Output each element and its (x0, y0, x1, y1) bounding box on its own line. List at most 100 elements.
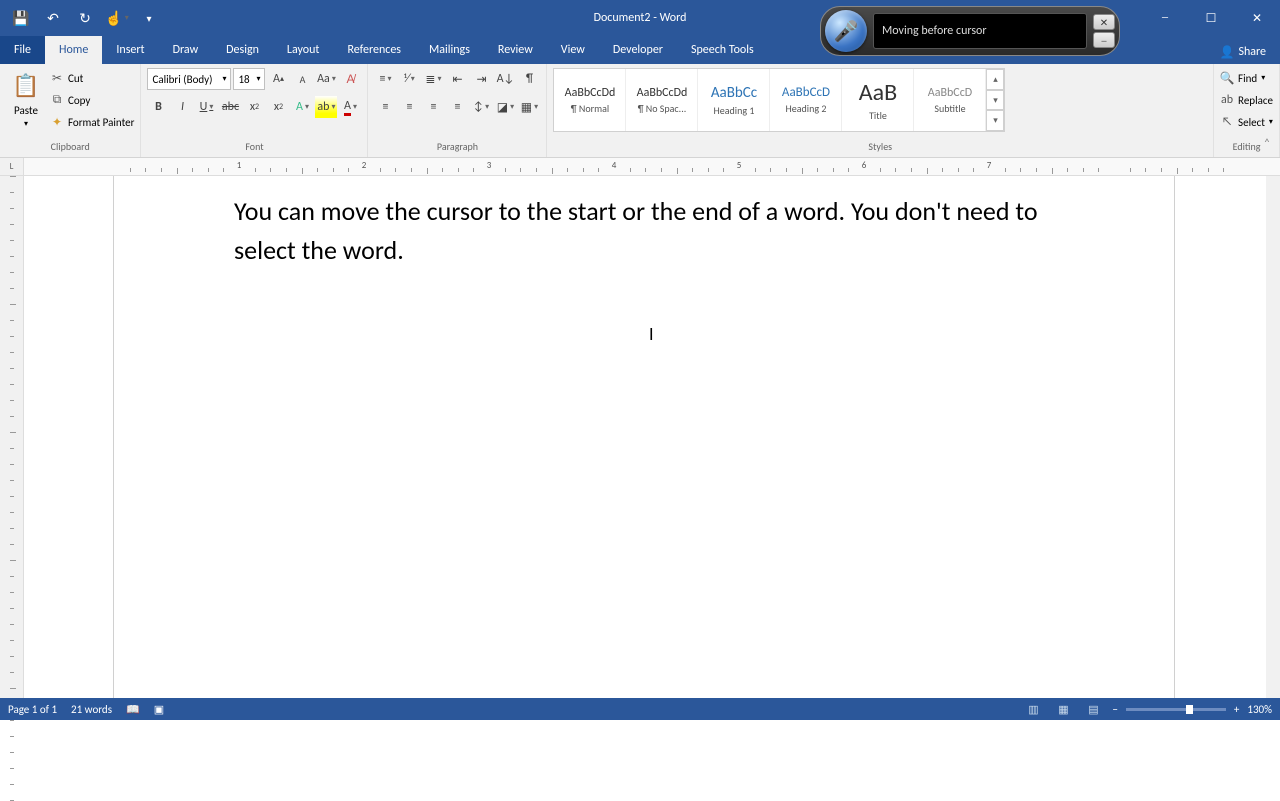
tab-design[interactable]: Design (212, 36, 273, 64)
line-spacing-button[interactable]: ↕ (470, 96, 492, 118)
justify-button[interactable]: ≡ (446, 96, 468, 118)
sort-button[interactable]: A↓ (494, 68, 516, 90)
ruler-track[interactable]: 1234567 (24, 158, 1280, 175)
macro-icon[interactable]: ▣ (154, 703, 164, 716)
undo-button[interactable]: ↶ (42, 7, 64, 29)
replace-button[interactable]: ab Replace (1220, 90, 1273, 110)
bold-button[interactable]: B (147, 96, 169, 118)
format-painter-button[interactable]: ✦ Format Painter (50, 112, 134, 132)
style-no-spacing[interactable]: AaBbCcDd ¶ No Spac... (626, 69, 698, 131)
tab-references[interactable]: References (333, 36, 415, 64)
vertical-scrollbar[interactable] (1266, 176, 1280, 698)
superscript-button[interactable]: x2 (267, 96, 289, 118)
word-count[interactable]: 21 words (71, 703, 112, 716)
qat-customize-button[interactable]: ▾ (138, 7, 160, 29)
styles-expand[interactable]: ▾ (986, 110, 1004, 131)
tab-developer[interactable]: Developer (599, 36, 677, 64)
numbering-button[interactable]: ⅟ (398, 68, 420, 90)
text-effects-button[interactable]: A (291, 96, 313, 118)
shading-button[interactable]: ◪ (494, 96, 516, 118)
change-case-button[interactable]: Aa (315, 68, 337, 90)
align-left-button[interactable]: ≡ (374, 96, 396, 118)
select-label: Select (1238, 116, 1265, 129)
tab-draw[interactable]: Draw (159, 36, 213, 64)
styles-scroll-up[interactable]: ▴ (986, 69, 1004, 90)
chevron-down-icon: ▾ (1269, 117, 1273, 127)
close-button[interactable]: ✕ (1234, 0, 1280, 36)
style-preview: AaBbCcDd (637, 86, 688, 100)
style-preview: AaB (859, 78, 897, 107)
style-normal[interactable]: AaBbCcDd ¶ Normal (554, 69, 626, 131)
font-color-button[interactable]: A (339, 96, 361, 118)
style-title[interactable]: AaB Title (842, 69, 914, 131)
style-heading2[interactable]: AaBbCcD Heading 2 (770, 69, 842, 131)
strikethrough-button[interactable]: abc (219, 96, 241, 118)
minimize-button[interactable]: ─ (1142, 0, 1188, 36)
style-label: Subtitle (934, 102, 965, 115)
style-label: ¶ No Spac... (638, 102, 687, 115)
highlight-button[interactable]: ab (315, 96, 337, 118)
document-page[interactable]: You can move the cursor to the start or … (114, 176, 1174, 698)
zoom-out-button[interactable]: − (1112, 703, 1117, 716)
underline-button[interactable]: U (195, 96, 217, 118)
zoom-in-button[interactable]: + (1234, 703, 1239, 716)
ruler-corner[interactable]: L (0, 158, 24, 175)
page-indicator[interactable]: Page 1 of 1 (8, 703, 57, 716)
quick-access-toolbar: 💾 ↶ ↻ ☝ ▾ (0, 7, 160, 29)
borders-button[interactable]: ▦ (518, 96, 540, 118)
redo-button[interactable]: ↻ (74, 7, 96, 29)
zoom-level[interactable]: 130% (1247, 703, 1272, 716)
tab-home[interactable]: Home (45, 36, 102, 64)
speech-recognition-widget: 🎤 Moving before cursor ✕ ─ (820, 6, 1120, 56)
style-heading1[interactable]: AaBbCc Heading 1 (698, 69, 770, 131)
web-layout-button[interactable]: ▤ (1082, 701, 1104, 717)
tab-review[interactable]: Review (484, 36, 547, 64)
paragraph-group-label: Paragraph (374, 138, 540, 155)
styles-scroll-down[interactable]: ▾ (986, 90, 1004, 111)
tab-mailings[interactable]: Mailings (415, 36, 484, 64)
speech-minimize-button[interactable]: ─ (1093, 32, 1115, 48)
style-subtitle[interactable]: AaBbCcD Subtitle (914, 69, 986, 131)
font-size-combo[interactable]: 18 ▾ (233, 68, 265, 90)
paste-button[interactable]: 📋 Paste ▾ (6, 68, 46, 129)
tab-layout[interactable]: Layout (273, 36, 334, 64)
clear-formatting-button[interactable]: A̸ (339, 68, 361, 90)
italic-button[interactable]: I (171, 96, 193, 118)
select-button[interactable]: ↖ Select ▾ (1220, 112, 1273, 132)
zoom-thumb[interactable] (1186, 705, 1193, 714)
speech-close-button[interactable]: ✕ (1093, 14, 1115, 30)
read-mode-button[interactable]: ▥ (1022, 701, 1044, 717)
subscript-button[interactable]: x2 (243, 96, 265, 118)
window-controls: ─ ☐ ✕ (1142, 0, 1280, 36)
shrink-font-button[interactable]: A (291, 68, 313, 90)
tab-view[interactable]: View (547, 36, 599, 64)
multilevel-list-button[interactable]: ≣ (422, 68, 444, 90)
ruler-vertical[interactable] (0, 176, 24, 698)
cut-button[interactable]: ✂ Cut (50, 68, 134, 88)
font-size-value: 18 (238, 73, 249, 86)
tab-speech-tools[interactable]: Speech Tools (677, 36, 768, 64)
tab-insert[interactable]: Insert (102, 36, 158, 64)
align-right-button[interactable]: ≡ (422, 96, 444, 118)
copy-button[interactable]: ⧉ Copy (50, 90, 134, 110)
touch-mode-button[interactable]: ☝ (106, 7, 128, 29)
maximize-button[interactable]: ☐ (1188, 0, 1234, 36)
microphone-button[interactable]: 🎤 (825, 10, 867, 52)
style-label: Heading 1 (714, 104, 755, 117)
align-center-button[interactable]: ≡ (398, 96, 420, 118)
share-button[interactable]: 👤 Share (1211, 40, 1274, 64)
bullets-button[interactable]: ≡ (374, 68, 396, 90)
tab-file[interactable]: File (0, 36, 45, 64)
collapse-ribbon-button[interactable]: ˄ (1258, 135, 1276, 153)
find-button[interactable]: 🔍 Find ▾ (1220, 68, 1273, 88)
increase-indent-button[interactable]: ⇥ (470, 68, 492, 90)
grow-font-button[interactable]: A▴ (267, 68, 289, 90)
print-layout-button[interactable]: ▦ (1052, 701, 1074, 717)
show-paragraph-marks-button[interactable]: ¶ (518, 68, 540, 90)
decrease-indent-button[interactable]: ⇤ (446, 68, 468, 90)
paste-label: Paste (14, 104, 38, 117)
font-name-combo[interactable]: Calibri (Body) ▾ (147, 68, 231, 90)
save-button[interactable]: 💾 (10, 7, 32, 29)
spelling-icon[interactable]: 📖 (126, 703, 140, 716)
zoom-slider[interactable] (1126, 708, 1226, 711)
